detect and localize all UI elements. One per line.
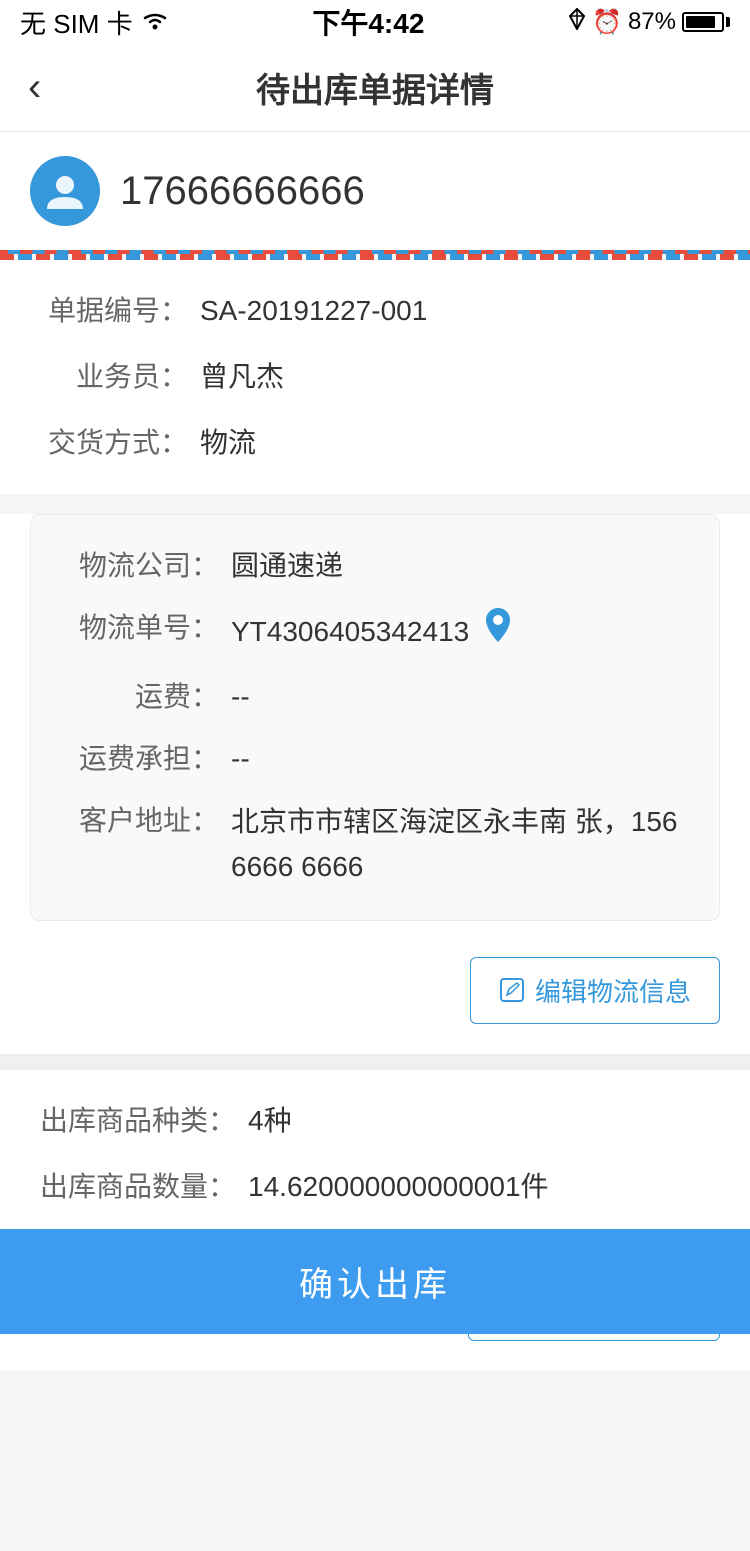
location-status-icon <box>568 8 586 37</box>
order-info-section: 单据编号： SA-20191227-001 业务员： 曾凡杰 交货方式： 物流 <box>0 260 750 494</box>
customer-phone: 17666666666 <box>120 169 365 214</box>
confirm-button[interactable]: 确认出库 <box>299 1257 451 1306</box>
freight-bear-value: -- <box>231 738 689 780</box>
page-title: 待出库单据详情 <box>256 63 494 112</box>
goods-quantity-label: 出库商品数量： <box>40 1166 248 1208</box>
edit-logistics-button[interactable]: 编辑物流信息 <box>470 957 720 1024</box>
freight-bear-row: 运费承担： -- <box>61 738 689 780</box>
battery-icon <box>682 12 730 32</box>
doc-number-label: 单据编号： <box>40 290 200 332</box>
status-left: 无 SIM 卡 <box>20 4 169 41</box>
salesperson-row: 业务员： 曾凡杰 <box>40 356 710 398</box>
address-row: 客户地址： 北京市市辖区海淀区永丰南 张，156 6666 6666 <box>61 800 689 890</box>
logistics-tracking-row: 物流单号： YT4306405342413 <box>61 607 689 656</box>
bottom-spacer <box>0 1371 750 1551</box>
status-bar: 无 SIM 卡 下午4:42 ⏰ 87% <box>0 0 750 44</box>
freight-label: 运费： <box>61 676 231 718</box>
battery-text: 87% <box>628 8 676 36</box>
delivery-row: 交货方式： 物流 <box>40 422 710 464</box>
confirm-btn-container: 确认出库 <box>0 1229 750 1334</box>
doc-number-row: 单据编号： SA-20191227-001 <box>40 290 710 332</box>
salesperson-value: 曾凡杰 <box>200 356 710 398</box>
carrier-text: 无 SIM 卡 <box>20 4 133 41</box>
wifi-icon <box>141 7 169 38</box>
alarm-icon: ⏰ <box>592 8 622 37</box>
logistics-tracking-value: YT4306405342413 <box>231 607 689 656</box>
address-value: 北京市市辖区海淀区永丰南 张，156 6666 6666 <box>231 800 689 890</box>
goods-section: 出库商品种类： 4种 出库商品数量： 14.620000000000001件 <box>0 1070 750 1238</box>
logistics-company-row: 物流公司： 圆通速递 <box>61 545 689 587</box>
goods-type-row: 出库商品种类： 4种 <box>40 1100 710 1142</box>
customer-header: 17666666666 <box>0 132 750 254</box>
avatar <box>30 156 100 226</box>
logistics-tracking-label: 物流单号： <box>61 607 231 649</box>
delivery-value: 物流 <box>200 422 710 464</box>
tracking-location-icon[interactable] <box>483 607 513 656</box>
goods-quantity-value: 14.620000000000001件 <box>248 1166 710 1208</box>
logistics-company-value: 圆通速递 <box>231 545 689 587</box>
freight-row: 运费： -- <box>61 676 689 718</box>
back-button[interactable]: ‹ <box>28 65 41 110</box>
goods-type-value: 4种 <box>248 1100 710 1142</box>
status-right: ⏰ 87% <box>568 8 730 37</box>
freight-bear-label: 运费承担： <box>61 738 231 780</box>
edit-btn-row: 编辑物流信息 <box>0 941 750 1054</box>
edit-logistics-label: 编辑物流信息 <box>535 972 691 1009</box>
delivery-label: 交货方式： <box>40 422 200 464</box>
goods-quantity-row: 出库商品数量： 14.620000000000001件 <box>40 1166 710 1208</box>
doc-number-value: SA-20191227-001 <box>200 290 710 332</box>
salesperson-label: 业务员： <box>40 356 200 398</box>
logistics-company-label: 物流公司： <box>61 545 231 587</box>
logistics-card: 物流公司： 圆通速递 物流单号： YT4306405342413 运费： -- … <box>30 514 720 921</box>
goods-type-label: 出库商品种类： <box>40 1100 248 1142</box>
status-time: 下午4:42 <box>312 2 424 42</box>
address-label: 客户地址： <box>61 800 231 842</box>
nav-bar: ‹ 待出库单据详情 <box>0 44 750 132</box>
section-divider <box>0 1054 750 1070</box>
freight-value: -- <box>231 676 689 718</box>
